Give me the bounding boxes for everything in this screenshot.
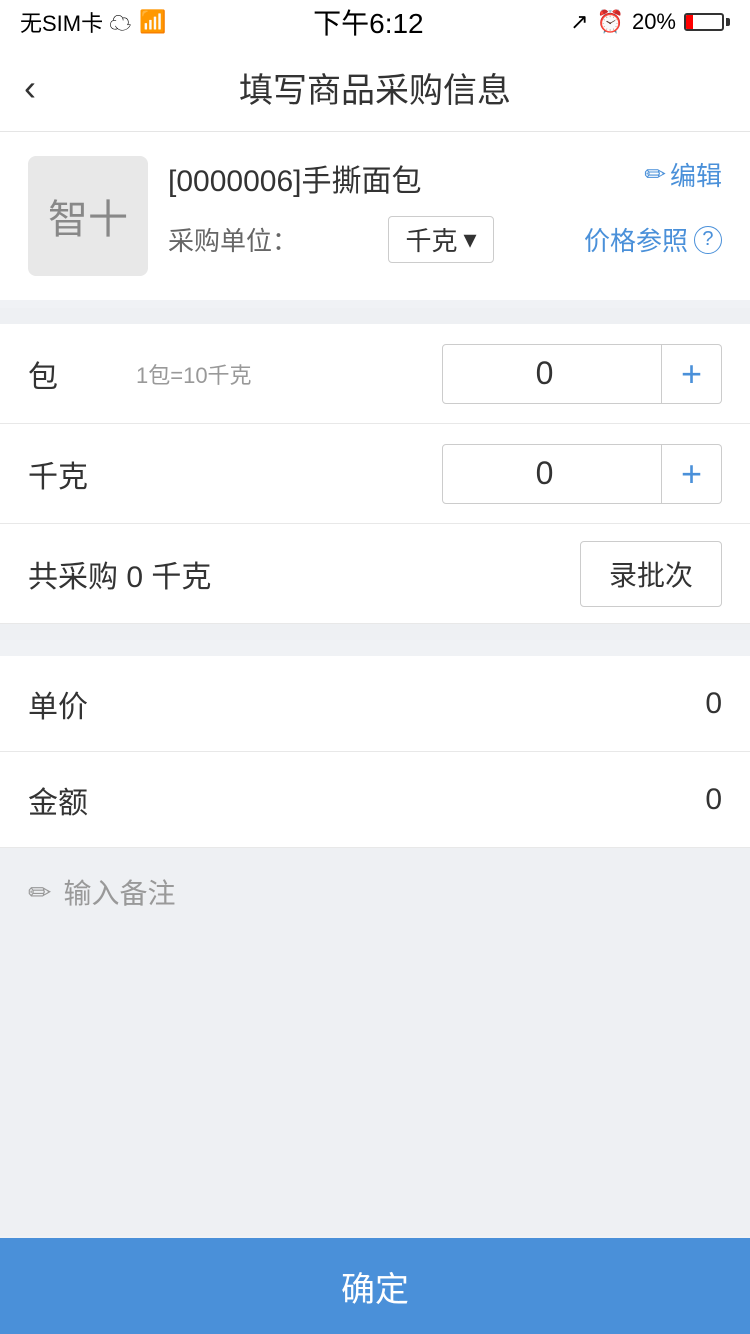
page-title: 填写商品采购信息 xyxy=(239,63,511,112)
bag-input-right: + xyxy=(442,344,722,404)
amount-label: 金额 xyxy=(28,778,88,822)
sim-label: 无SIM卡 ☁ xyxy=(20,6,131,38)
detail-section: 单价 0 金额 0 xyxy=(0,656,750,848)
product-card: 智十 [0000006]手撕面包 ✏ 编辑 采购单位： 千克 ▾ 价格参照 ? xyxy=(0,132,750,300)
confirm-bar[interactable]: 确定 xyxy=(0,1238,750,1334)
bag-plus-button[interactable]: + xyxy=(662,344,722,404)
amount-row: 金额 0 xyxy=(0,752,750,848)
summary-row: 共采购 0 千克 录批次 xyxy=(0,524,750,624)
edit-button[interactable]: ✏ 编辑 xyxy=(644,156,722,193)
price-ref-icon: ? xyxy=(694,226,722,254)
bag-label: 包 xyxy=(28,352,128,396)
product-logo: 智十 xyxy=(48,187,128,245)
wifi-icon: 📶 xyxy=(139,9,166,35)
remark-placeholder: 输入备注 xyxy=(63,872,175,912)
edit-label: 编辑 xyxy=(670,156,722,193)
product-name: [0000006]手撕面包 xyxy=(168,156,421,200)
bag-sublabel: 1包=10千克 xyxy=(136,358,252,390)
pencil-icon: ✏ xyxy=(28,876,51,909)
unit-price-label: 单价 xyxy=(28,682,88,726)
price-ref-button[interactable]: 价格参照 ? xyxy=(584,221,722,258)
input-section: 包 1包=10千克 + 千克 + 共采购 0 千克 录批次 xyxy=(0,324,750,624)
summary-text: 共采购 0 千克 xyxy=(28,552,211,596)
bag-input[interactable] xyxy=(442,344,662,404)
kg-plus-button[interactable]: + xyxy=(662,444,722,504)
amount-value: 0 xyxy=(705,783,722,817)
nav-bar: ‹ 填写商品采购信息 xyxy=(0,44,750,132)
battery-icon xyxy=(684,13,730,31)
batch-button[interactable]: 录批次 xyxy=(580,541,722,607)
divider-2 xyxy=(0,624,750,640)
battery-percent: 20% xyxy=(632,9,676,35)
alarm-icon: ⏰ xyxy=(597,9,624,35)
unit-price-value: 0 xyxy=(705,687,722,721)
product-image: 智十 xyxy=(28,156,148,276)
status-bar: 无SIM卡 ☁ 📶 下午6:12 ↗ ⏰ 20% xyxy=(0,0,750,44)
product-unit-row: 采购单位： 千克 ▾ 价格参照 ? xyxy=(168,216,722,263)
edit-icon: ✏ xyxy=(644,159,666,190)
product-header: [0000006]手撕面包 ✏ 编辑 xyxy=(168,156,722,200)
kg-input[interactable] xyxy=(442,444,662,504)
status-right: ↗ ⏰ 20% xyxy=(570,9,730,35)
price-ref-label: 价格参照 xyxy=(584,221,688,258)
location-icon: ↗ xyxy=(570,9,588,35)
remark-section[interactable]: ✏ 输入备注 xyxy=(0,848,750,936)
bag-row: 包 1包=10千克 + xyxy=(0,324,750,424)
unit-value: 千克 xyxy=(405,221,457,258)
back-button[interactable]: ‹ xyxy=(24,67,36,109)
product-info: [0000006]手撕面包 ✏ 编辑 采购单位： 千克 ▾ 价格参照 ? xyxy=(168,156,722,263)
content-blank xyxy=(0,936,750,1236)
divider-1 xyxy=(0,308,750,324)
kg-row: 千克 + xyxy=(0,424,750,524)
unit-dropdown-icon: ▾ xyxy=(463,224,476,255)
kg-label: 千克 xyxy=(28,452,128,496)
confirm-label: 确定 xyxy=(341,1262,409,1311)
unit-price-row: 单价 0 xyxy=(0,656,750,752)
status-left: 无SIM卡 ☁ 📶 xyxy=(20,6,167,38)
status-time: 下午6:12 xyxy=(313,2,424,42)
unit-label: 采购单位： xyxy=(168,221,298,258)
unit-select[interactable]: 千克 ▾ xyxy=(388,216,493,263)
kg-input-right: + xyxy=(442,444,722,504)
